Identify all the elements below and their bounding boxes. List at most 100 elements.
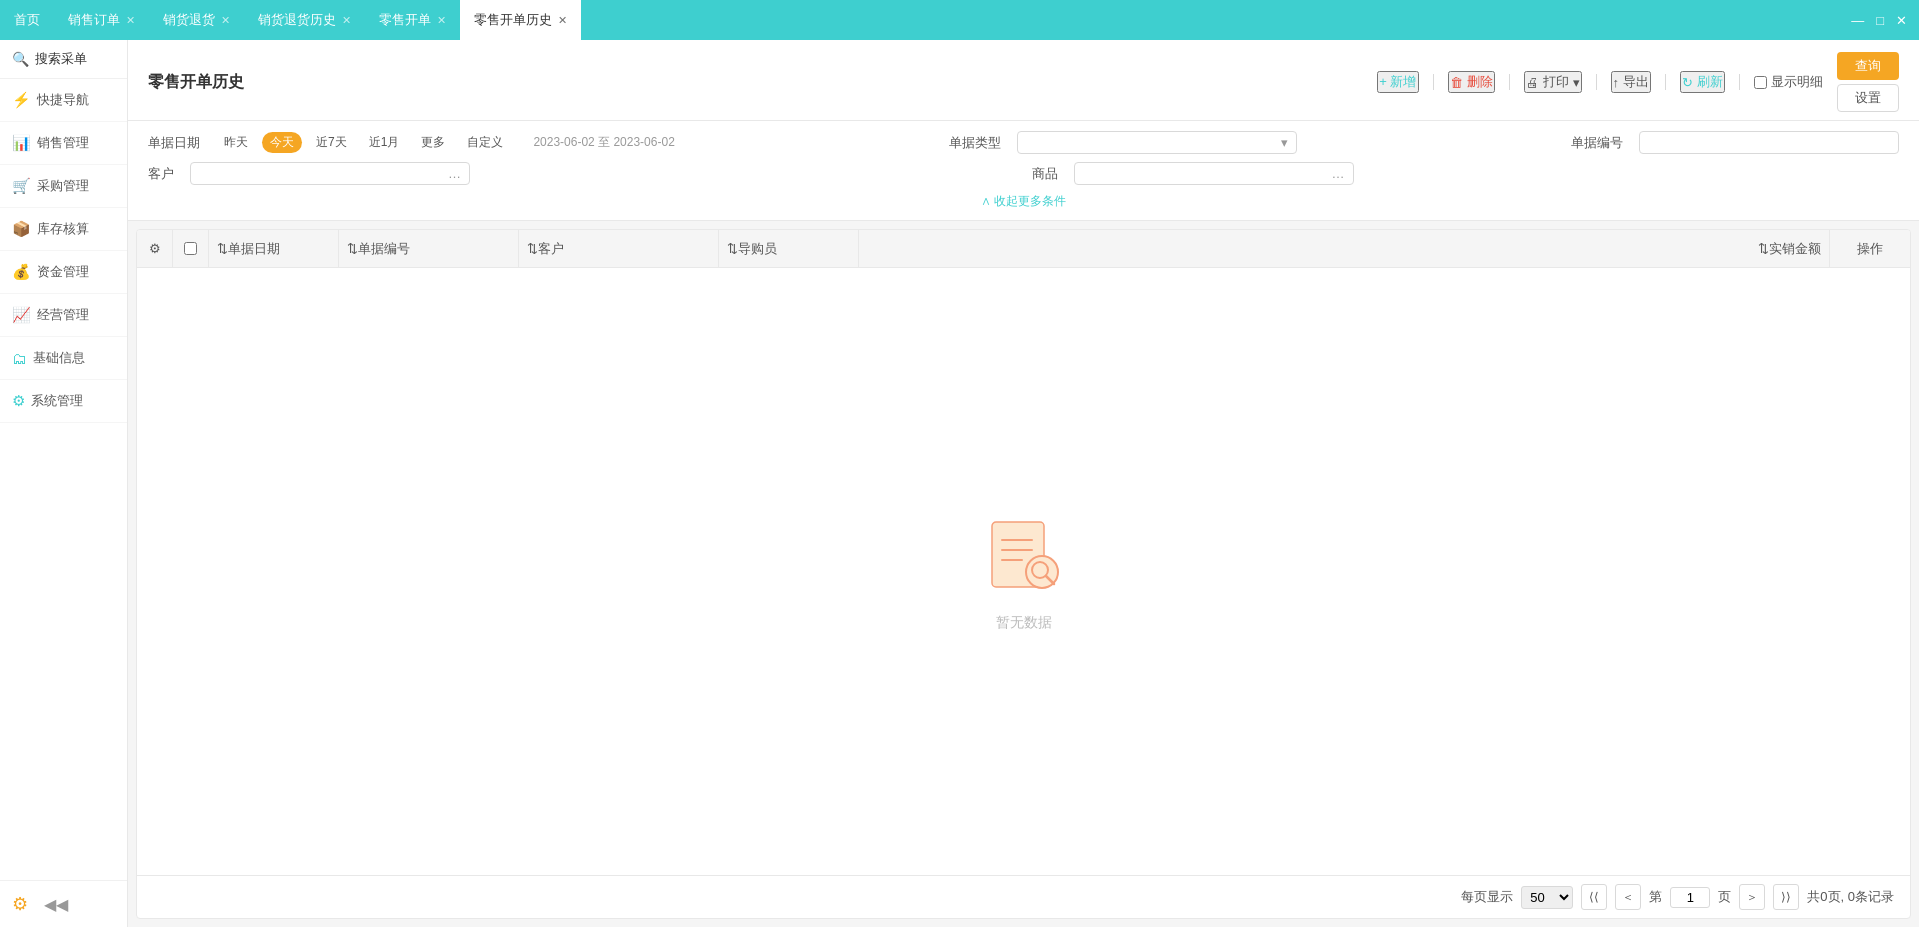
tab-home[interactable]: 首页 bbox=[0, 0, 54, 40]
basic-info-icon: 🗂 bbox=[12, 350, 27, 367]
close-icon[interactable]: ✕ bbox=[342, 14, 351, 27]
sidebar-collapse-icon[interactable]: ◀◀ bbox=[44, 895, 68, 914]
sidebar-item-inventory[interactable]: 📦 库存核算 bbox=[0, 208, 127, 251]
show-detail-label: 显示明细 bbox=[1771, 73, 1823, 91]
customer-input[interactable]: … bbox=[190, 162, 470, 185]
next-page-btn[interactable]: ＞ bbox=[1739, 884, 1765, 910]
tab-sales-return-history[interactable]: 销货退货历史 ✕ bbox=[244, 0, 365, 40]
sort-icon: ⇅ bbox=[217, 241, 228, 256]
per-page-select[interactable]: 20 50 100 bbox=[1521, 886, 1573, 909]
th-num[interactable]: ⇅ 单据编号 bbox=[339, 230, 519, 267]
tab-retail-order-history[interactable]: 零售开单历史 ✕ bbox=[460, 0, 581, 40]
sidebar-search[interactable]: 🔍 搜索采单 bbox=[0, 40, 127, 79]
date-btn-custom[interactable]: 自定义 bbox=[459, 132, 511, 153]
select-all-checkbox[interactable] bbox=[184, 242, 197, 255]
show-detail-input[interactable] bbox=[1754, 76, 1767, 89]
pagination: 每页显示 20 50 100 ⟨⟨ ＜ 第 页 ＞ ⟩⟩ 共0页, 0条记录 bbox=[137, 875, 1910, 918]
close-icon[interactable]: ✕ bbox=[437, 14, 446, 27]
close-icon[interactable]: ✕ bbox=[221, 14, 230, 27]
export-button[interactable]: ↑ 导出 bbox=[1611, 71, 1652, 93]
prev-page-btn[interactable]: ＜ bbox=[1615, 884, 1641, 910]
divider bbox=[1665, 74, 1666, 90]
th-customer-label: 客户 bbox=[538, 240, 564, 258]
th-customer[interactable]: ⇅ 客户 bbox=[519, 230, 719, 267]
th-check[interactable] bbox=[173, 230, 209, 267]
refresh-icon: ↻ bbox=[1682, 75, 1693, 90]
empty-state: 暂无数据 bbox=[137, 268, 1910, 875]
first-page-btn[interactable]: ⟨⟨ bbox=[1581, 884, 1607, 910]
th-amount[interactable]: ⇅ 实销金额 bbox=[859, 230, 1830, 267]
settings-button[interactable]: 设置 bbox=[1837, 84, 1899, 112]
print-button[interactable]: 🖨 打印 ▾ bbox=[1524, 71, 1582, 93]
sidebar-item-finance[interactable]: 💰 资金管理 bbox=[0, 251, 127, 294]
tab-sales-return[interactable]: 销货退货 ✕ bbox=[149, 0, 244, 40]
close-icon[interactable]: ✕ bbox=[126, 14, 135, 27]
divider bbox=[1596, 74, 1597, 90]
date-btn-more[interactable]: 更多 bbox=[413, 132, 453, 153]
date-range: 2023-06-02 至 2023-06-02 bbox=[533, 134, 674, 151]
th-settings[interactable]: ⚙ bbox=[137, 230, 173, 267]
th-amount-label: 实销金额 bbox=[1769, 240, 1821, 258]
tab-list: 首页 销售订单 ✕ 销货退货 ✕ 销货退货历史 ✕ 零售开单 ✕ 零售开单历史 … bbox=[0, 0, 1851, 40]
sidebar-item-finance-label: 资金管理 bbox=[37, 263, 89, 281]
tab-sales-order[interactable]: 销售订单 ✕ bbox=[54, 0, 149, 40]
sidebar-item-quick-nav[interactable]: ⚡ 快捷导航 bbox=[0, 79, 127, 122]
sidebar-item-sales-label: 销售管理 bbox=[37, 134, 89, 152]
delete-label: 删除 bbox=[1467, 73, 1493, 91]
quick-nav-icon: ⚡ bbox=[12, 91, 31, 109]
customer-label: 客户 bbox=[148, 165, 174, 183]
delete-button[interactable]: 🗑 删除 bbox=[1448, 71, 1495, 93]
type-select[interactable]: ▾ bbox=[1017, 131, 1297, 154]
close-icon[interactable]: ✕ bbox=[558, 14, 567, 27]
delete-icon: 🗑 bbox=[1450, 75, 1463, 90]
system-icon: ⚙ bbox=[12, 392, 25, 410]
tab-sales-return-history-label: 销货退货历史 bbox=[258, 11, 336, 29]
sidebar-item-operations-label: 经营管理 bbox=[37, 306, 89, 324]
minimize-icon[interactable]: — bbox=[1851, 13, 1864, 28]
tab-sales-order-label: 销售订单 bbox=[68, 11, 120, 29]
filter-area: 单据日期 昨天 今天 近7天 近1月 更多 自定义 2023-06-02 至 2… bbox=[128, 121, 1919, 221]
last-page-btn[interactable]: ⟩⟩ bbox=[1773, 884, 1799, 910]
show-detail-checkbox[interactable]: 显示明细 bbox=[1754, 73, 1823, 91]
th-num-label: 单据编号 bbox=[358, 240, 410, 258]
empty-illustration bbox=[974, 512, 1074, 602]
sidebar-item-operations[interactable]: 📈 经营管理 bbox=[0, 294, 127, 337]
page-input[interactable] bbox=[1670, 887, 1710, 908]
collapse-label: ∧ 收起更多条件 bbox=[981, 193, 1066, 210]
sort-icon: ⇅ bbox=[527, 241, 538, 256]
sort-icon: ⇅ bbox=[727, 241, 738, 256]
refresh-button[interactable]: ↻ 刷新 bbox=[1680, 71, 1725, 93]
goods-ellipsis: … bbox=[1332, 166, 1345, 181]
add-button[interactable]: + 新增 bbox=[1377, 71, 1418, 93]
collapse-link[interactable]: ∧ 收起更多条件 bbox=[148, 193, 1899, 210]
date-btn-today[interactable]: 今天 bbox=[262, 132, 302, 153]
tab-home-label: 首页 bbox=[14, 11, 40, 29]
tab-retail-order-history-label: 零售开单历史 bbox=[474, 11, 552, 29]
settings-gear-icon[interactable]: ⚙ bbox=[12, 893, 28, 915]
sidebar: 🔍 搜索采单 ⚡ 快捷导航 📊 销售管理 🛒 采购管理 📦 库存核算 💰 资金管… bbox=[0, 40, 128, 927]
content-area: 零售开单历史 + 新增 🗑 删除 🖨 打印 ▾ ↑ bbox=[128, 40, 1919, 927]
sidebar-item-system[interactable]: ⚙ 系统管理 bbox=[0, 380, 127, 423]
query-button[interactable]: 查询 bbox=[1837, 52, 1899, 80]
sidebar-item-purchase[interactable]: 🛒 采购管理 bbox=[0, 165, 127, 208]
date-label: 单据日期 bbox=[148, 134, 200, 152]
sidebar-item-sales[interactable]: 📊 销售管理 bbox=[0, 122, 127, 165]
date-btn-yesterday[interactable]: 昨天 bbox=[216, 132, 256, 153]
th-date[interactable]: ⇅ 单据日期 bbox=[209, 230, 339, 267]
date-btn-1month[interactable]: 近1月 bbox=[361, 132, 408, 153]
goods-input[interactable]: … bbox=[1074, 162, 1354, 185]
sidebar-search-label: 搜索采单 bbox=[35, 50, 87, 68]
num-input[interactable] bbox=[1639, 131, 1899, 154]
settings-col-icon: ⚙ bbox=[149, 241, 161, 256]
sales-icon: 📊 bbox=[12, 134, 31, 152]
close-window-icon[interactable]: ✕ bbox=[1896, 13, 1907, 28]
date-btn-7days[interactable]: 近7天 bbox=[308, 132, 355, 153]
tab-retail-order[interactable]: 零售开单 ✕ bbox=[365, 0, 460, 40]
empty-text: 暂无数据 bbox=[996, 614, 1052, 632]
th-guide[interactable]: ⇅ 导购员 bbox=[719, 230, 859, 267]
sidebar-item-basic-info[interactable]: 🗂 基础信息 bbox=[0, 337, 127, 380]
maximize-icon[interactable]: □ bbox=[1876, 13, 1884, 28]
tab-retail-order-label: 零售开单 bbox=[379, 11, 431, 29]
window-controls: — □ ✕ bbox=[1851, 13, 1919, 28]
print-label: 打印 bbox=[1543, 73, 1569, 91]
